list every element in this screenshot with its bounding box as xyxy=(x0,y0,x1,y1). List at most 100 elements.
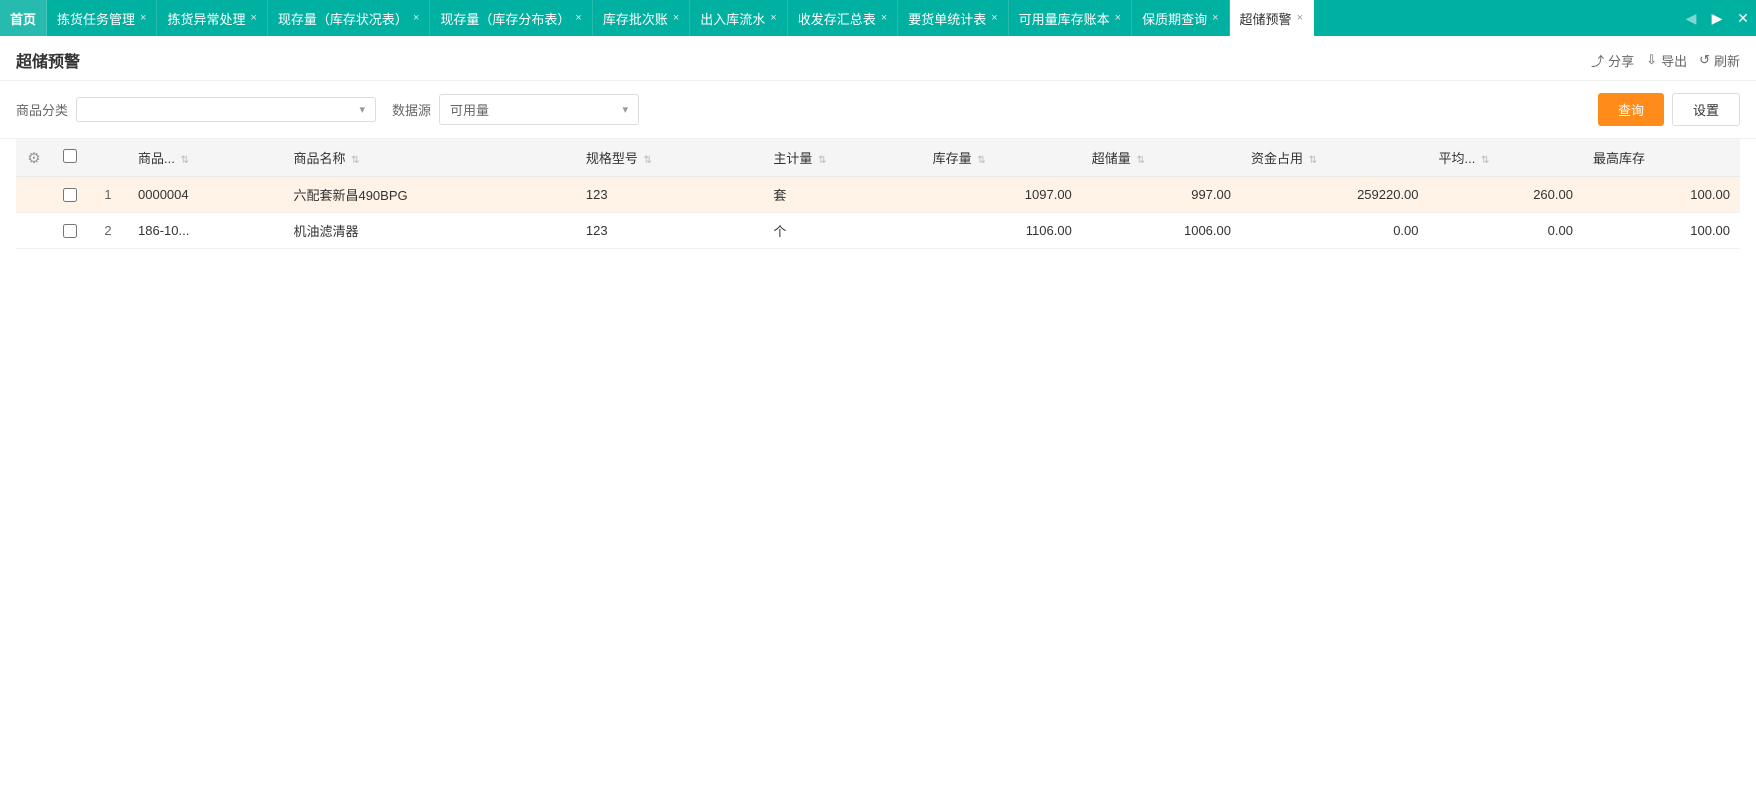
col-label-avg: 平均... xyxy=(1439,151,1476,166)
row-checkbox-1[interactable] xyxy=(63,224,77,238)
table-container: ⚙ 商品... ⇅ 商品名称 ⇅ 规格型号 xyxy=(0,139,1756,249)
category-chevron-icon: ▾ xyxy=(359,103,365,116)
nav-close-overstock-warning[interactable]: × xyxy=(1297,12,1303,24)
row-product-code-0: 0000004 xyxy=(128,177,283,213)
filter-actions: 查询 设置 xyxy=(1598,93,1740,126)
nav-close-inventory-status[interactable]: × xyxy=(413,12,419,24)
row-max-stock-0: 100.00 xyxy=(1583,177,1740,213)
row-avg-0: 260.00 xyxy=(1429,177,1583,213)
col-label-capital: 资金占用 xyxy=(1251,151,1303,166)
select-all-checkbox[interactable] xyxy=(63,149,77,163)
nav-label-inventory-dist: 现存量（库存分布表） xyxy=(440,9,570,28)
page-header: 超储预警 ⤴ 分享 ⇩ 导出 ↺ 刷新 xyxy=(0,36,1756,81)
nav-item-inout-flow[interactable]: 出入库流水 × xyxy=(690,0,787,36)
col-header-overstock[interactable]: 超储量 ⇅ xyxy=(1082,139,1241,177)
nav-item-inventory-status[interactable]: 现存量（库存状况表） × xyxy=(268,0,430,36)
nav-close-inout-flow[interactable]: × xyxy=(770,12,776,24)
nav-item-recv-send-summary[interactable]: 收发存汇总表 × xyxy=(788,0,898,36)
row-product-code-1: 186-10... xyxy=(128,213,283,249)
col-header-stock[interactable]: 库存量 ⇅ xyxy=(923,139,1082,177)
nav-item-available-ledger[interactable]: 可用量库存账本 × xyxy=(1009,0,1132,36)
nav-label-home: 首页 xyxy=(10,9,36,28)
nav-arrows: ◀ ▶ ✕ xyxy=(1678,0,1756,36)
share-action[interactable]: ⤴ 分享 xyxy=(1591,51,1634,70)
sort-icon-unit: ⇅ xyxy=(818,155,826,166)
refresh-label: 刷新 xyxy=(1714,51,1740,70)
nav-item-shelf-life[interactable]: 保质期查询 × xyxy=(1132,0,1229,36)
nav-arrow-left[interactable]: ◀ xyxy=(1678,0,1704,36)
refresh-icon: ↺ xyxy=(1699,52,1710,68)
nav-close-order-stats[interactable]: × xyxy=(991,12,997,24)
nav-item-pick-task[interactable]: 拣货任务管理 × xyxy=(47,0,157,36)
page-title: 超储预警 xyxy=(16,48,80,72)
nav-item-order-stats[interactable]: 要货单统计表 × xyxy=(898,0,1008,36)
nav-close-inventory-dist[interactable]: × xyxy=(575,12,581,24)
col-header-max-stock[interactable]: 最高库存 xyxy=(1583,139,1740,177)
settings-button[interactable]: 设置 xyxy=(1672,93,1740,126)
row-num-0: 1 xyxy=(88,177,128,213)
row-capital-1: 0.00 xyxy=(1241,213,1429,249)
col-label-spec: 规格型号 xyxy=(586,151,638,166)
top-nav: 首页 拣货任务管理 × 拣货异常处理 × 现存量（库存状况表） × 现存量（库存… xyxy=(0,0,1756,36)
nav-label-overstock-warning: 超储预警 xyxy=(1240,9,1292,28)
table-header-row: ⚙ 商品... ⇅ 商品名称 ⇅ 规格型号 xyxy=(16,139,1740,177)
row-max-stock-1: 100.00 xyxy=(1583,213,1740,249)
nav-close-pick-exception[interactable]: × xyxy=(250,12,256,24)
refresh-action[interactable]: ↺ 刷新 xyxy=(1699,51,1740,70)
nav-close-shelf-life[interactable]: × xyxy=(1212,12,1218,24)
row-settings-cell xyxy=(16,177,52,213)
col-header-checkbox xyxy=(52,139,88,177)
nav-item-overstock-warning[interactable]: 超储预警 × xyxy=(1230,0,1314,36)
nav-close-batch-ledger[interactable]: × xyxy=(673,12,679,24)
row-num-1: 2 xyxy=(88,213,128,249)
row-product-name-1: 机油滤清器 xyxy=(283,213,575,249)
nav-item-pick-exception[interactable]: 拣货异常处理 × xyxy=(157,0,267,36)
row-avg-1: 0.00 xyxy=(1429,213,1583,249)
col-header-product-code[interactable]: 商品... ⇅ xyxy=(128,139,283,177)
col-label-product-code: 商品... xyxy=(138,151,175,166)
nav-item-batch-ledger[interactable]: 库存批次账 × xyxy=(593,0,690,36)
row-stock-0: 1097.00 xyxy=(923,177,1082,213)
page-container: 超储预警 ⤴ 分享 ⇩ 导出 ↺ 刷新 商品分类 ▾ 数据源 xyxy=(0,36,1756,800)
query-button[interactable]: 查询 xyxy=(1598,93,1664,126)
table-row: 1 0000004 六配套新昌490BPG 123 套 1097.00 997.… xyxy=(16,177,1740,213)
nav-arrow-right[interactable]: ▶ xyxy=(1704,0,1730,36)
row-checkbox-cell xyxy=(52,177,88,213)
row-settings-cell xyxy=(16,213,52,249)
col-label-max-stock: 最高库存 xyxy=(1593,151,1645,166)
sort-icon-product-name: ⇅ xyxy=(351,155,359,166)
col-label-unit: 主计量 xyxy=(773,151,812,166)
export-action[interactable]: ⇩ 导出 xyxy=(1646,51,1687,70)
col-label-stock: 库存量 xyxy=(933,151,972,166)
row-checkbox-0[interactable] xyxy=(63,188,77,202)
datasource-select[interactable]: 可用量 ▾ xyxy=(439,94,639,125)
col-header-unit[interactable]: 主计量 ⇅ xyxy=(763,139,922,177)
settings-gear-icon[interactable]: ⚙ xyxy=(27,150,40,167)
row-spec-1: 123 xyxy=(576,213,764,249)
col-header-spec[interactable]: 规格型号 ⇅ xyxy=(576,139,764,177)
row-capital-0: 259220.00 xyxy=(1241,177,1429,213)
nav-item-inventory-dist[interactable]: 现存量（库存分布表） × xyxy=(430,0,592,36)
sort-icon-spec: ⇅ xyxy=(644,155,652,166)
nav-label-pick-exception: 拣货异常处理 xyxy=(167,9,245,28)
nav-label-shelf-life: 保质期查询 xyxy=(1142,9,1207,28)
nav-close-pick-task[interactable]: × xyxy=(140,12,146,24)
datasource-value: 可用量 xyxy=(450,100,489,119)
page-actions: ⤴ 分享 ⇩ 导出 ↺ 刷新 xyxy=(1591,51,1740,70)
filter-group-datasource: 数据源 可用量 ▾ xyxy=(392,94,639,125)
col-header-product-name[interactable]: 商品名称 ⇅ xyxy=(283,139,575,177)
nav-close-available-ledger[interactable]: × xyxy=(1115,12,1121,24)
export-icon: ⇩ xyxy=(1646,52,1657,68)
nav-label-available-ledger: 可用量库存账本 xyxy=(1019,9,1110,28)
nav-arrow-close[interactable]: ✕ xyxy=(1730,0,1756,36)
col-header-capital[interactable]: 资金占用 ⇅ xyxy=(1241,139,1429,177)
col-header-avg[interactable]: 平均... ⇅ xyxy=(1429,139,1583,177)
sort-icon-capital: ⇅ xyxy=(1309,155,1317,166)
row-stock-1: 1106.00 xyxy=(923,213,1082,249)
category-select[interactable]: ▾ xyxy=(76,97,376,122)
nav-close-recv-send-summary[interactable]: × xyxy=(881,12,887,24)
export-label: 导出 xyxy=(1661,51,1687,70)
datasource-chevron-icon: ▾ xyxy=(623,103,629,116)
row-checkbox-cell xyxy=(52,213,88,249)
nav-item-home[interactable]: 首页 xyxy=(0,0,47,36)
